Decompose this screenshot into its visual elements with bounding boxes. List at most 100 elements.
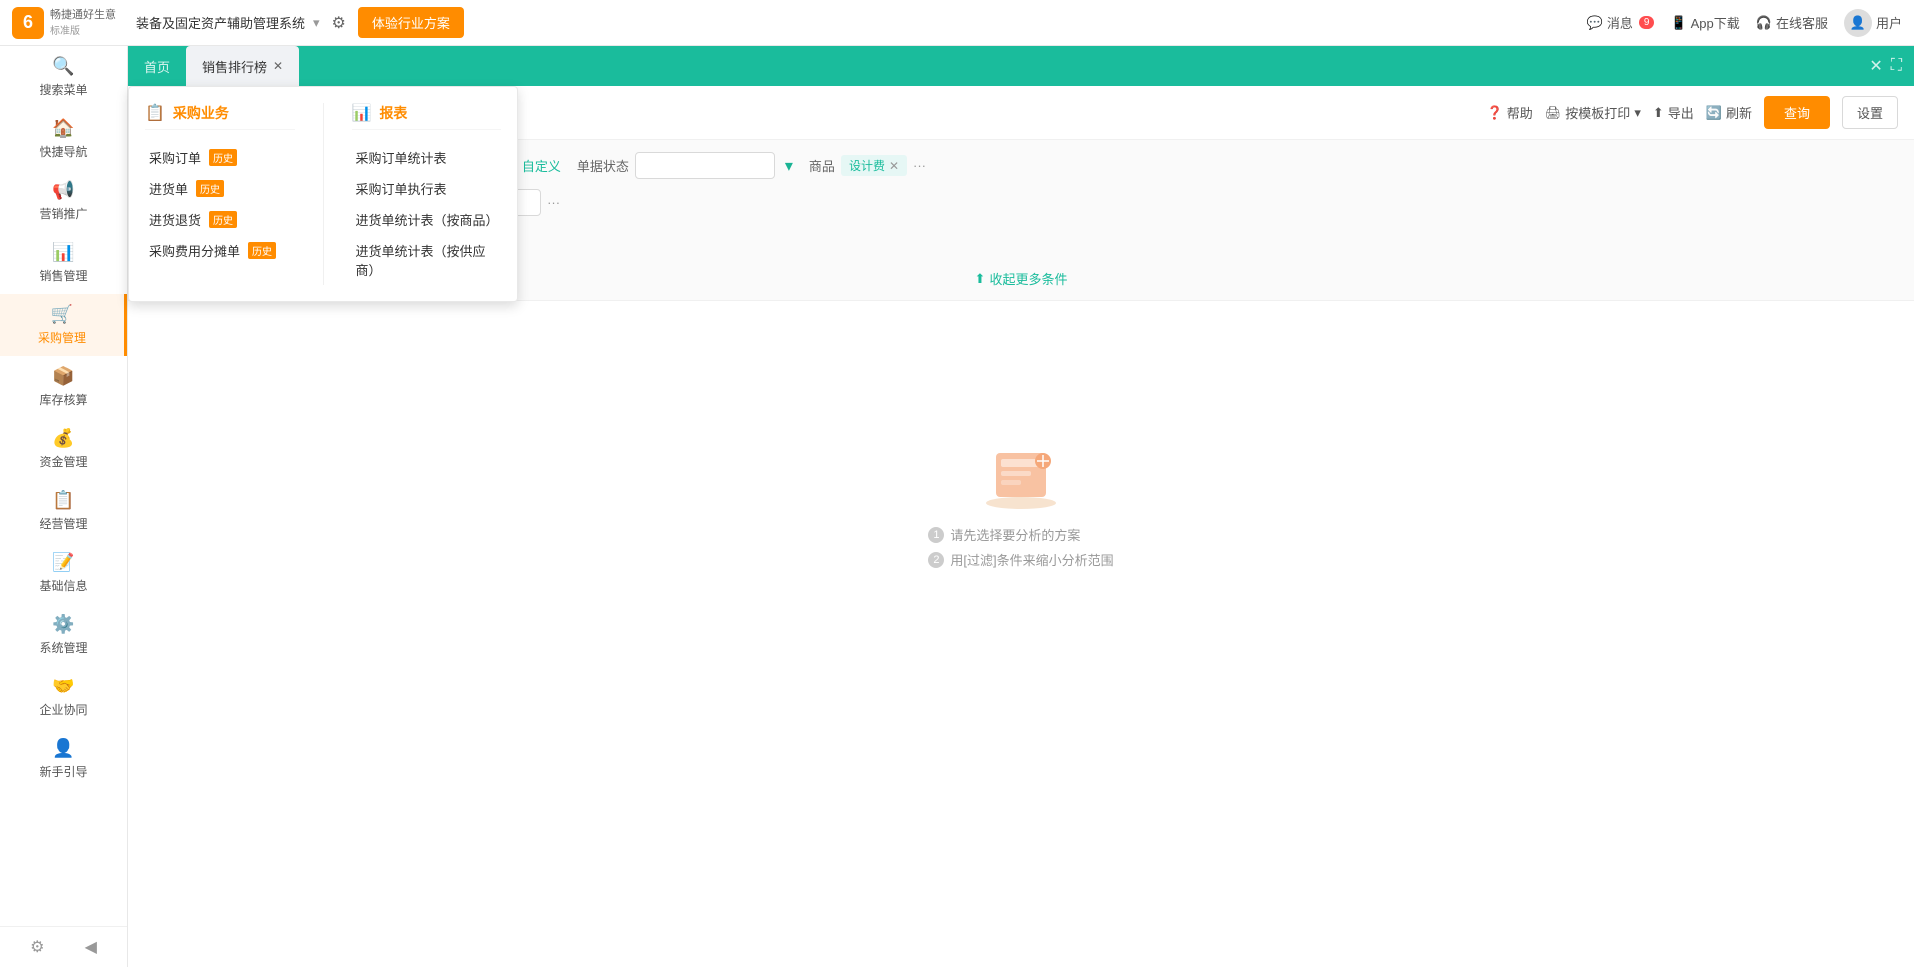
status-filter: 单据状态 ▾ xyxy=(577,152,793,179)
sidebar-item-search[interactable]: 🔍 搜索菜单 xyxy=(0,46,127,108)
menu-item-return[interactable]: 进货退货 历史 xyxy=(145,204,295,235)
salesman-filter-dots[interactable]: ··· xyxy=(547,195,560,210)
goods-label: 商品 xyxy=(809,156,835,175)
status-dropdown-icon[interactable]: ▾ xyxy=(785,156,793,176)
sidebar-item-system[interactable]: ⚙️ 系统管理 xyxy=(0,604,127,666)
empty-hint-1: 1 请先选择要分析的方案 xyxy=(928,525,1113,544)
help-btn[interactable]: ❓ 帮助 xyxy=(1487,103,1533,122)
export-btn[interactable]: ⬆ 导出 xyxy=(1653,103,1694,122)
top-bar: 6 畅捷通好生意 标准版 装备及固定资产辅助管理系统 ▾ ⚙ 体验行业方案 💬 … xyxy=(0,0,1914,46)
menu-item-incoming-stats-supplier[interactable]: 进货单统计表（按供应商） xyxy=(352,235,502,285)
sidebar: 🔍 搜索菜单 🏠 快捷导航 📢 营销推广 📊 销售管理 🛒 采购管理 📦 xyxy=(0,46,128,967)
menu-item-order-exec[interactable]: 采购订单执行表 xyxy=(352,173,502,204)
online-service-item[interactable]: 🎧 在线客服 xyxy=(1756,13,1828,32)
date-custom[interactable]: 自定义 xyxy=(522,156,561,175)
search-icon: 🔍 xyxy=(52,56,74,77)
menu-item-purchase-order[interactable]: 采购订单 历史 xyxy=(145,142,295,173)
tab-sales-ranking[interactable]: 销售排行榜 ✕ xyxy=(186,46,299,86)
purchase-section: 📋 采购业务 采购订单 历史 进货单 历史 进货退货 历史 采购费用分摊单 历史 xyxy=(145,103,295,285)
report-section-icon: 📊 xyxy=(352,103,372,123)
sidebar-item-newbie[interactable]: 👤 新手引导 xyxy=(0,728,127,790)
top-right: 💬 消息 9 📱 App下载 🎧 在线客服 👤 用户 xyxy=(1587,9,1902,37)
system-icon: ⚙️ xyxy=(52,614,74,635)
avatar: 👤 xyxy=(1844,9,1872,37)
message-item[interactable]: 💬 消息 9 xyxy=(1587,13,1655,32)
logo-text: 畅捷通好生意 标准版 xyxy=(50,8,116,37)
message-badge: 9 xyxy=(1639,16,1655,29)
export-icon: ⬆ xyxy=(1653,105,1664,121)
refresh-btn[interactable]: 🔄 刷新 xyxy=(1706,103,1752,122)
collapse-up-icon: ⬆ xyxy=(975,271,986,287)
refresh-icon: 🔄 xyxy=(1706,105,1722,121)
sidebar-item-purchase[interactable]: 🛒 采购管理 xyxy=(0,294,127,356)
goods-tag-close[interactable]: ✕ xyxy=(889,159,899,173)
collapse-button[interactable]: ⬆ 收起更多条件 xyxy=(975,269,1068,288)
sales-icon: 📊 xyxy=(52,242,74,263)
sidebar-item-marketing[interactable]: 📢 营销推广 xyxy=(0,170,127,232)
dropdown-arrow-icon[interactable]: ▾ xyxy=(313,15,320,31)
basic-info-icon: 📝 xyxy=(52,552,74,573)
purchase-dropdown-menu: 📋 采购业务 采购订单 历史 进货单 历史 进货退货 历史 采购费用分摊单 历史 xyxy=(128,86,518,302)
menu-item-incoming[interactable]: 进货单 历史 xyxy=(145,173,295,204)
query-button[interactable]: 查询 xyxy=(1764,96,1830,129)
newbie-icon: 👤 xyxy=(52,738,74,759)
marketing-icon: 📢 xyxy=(52,180,74,201)
purchase-section-icon: 📋 xyxy=(145,103,165,123)
goods-filter: 商品 设计费 ✕ ··· xyxy=(809,155,926,176)
print-icon: 🖨 xyxy=(1545,105,1562,121)
sidebar-item-finance[interactable]: 💰 资金管理 xyxy=(0,418,127,480)
print-btn[interactable]: 🖨 按模板打印 ▾ xyxy=(1545,103,1641,122)
goods-tag: 设计费 ✕ xyxy=(841,155,907,176)
home-icon: 🏠 xyxy=(52,118,74,139)
sidebar-item-operations[interactable]: 📋 经营管理 xyxy=(0,480,127,542)
menu-item-expense-split[interactable]: 采购费用分摊单 历史 xyxy=(145,235,295,266)
inventory-icon: 📦 xyxy=(52,366,74,387)
logo-area: 6 畅捷通好生意 标准版 xyxy=(12,7,116,39)
sidebar-item-sales[interactable]: 📊 销售管理 xyxy=(0,232,127,294)
topbar-settings-icon[interactable]: ⚙ xyxy=(332,13,346,33)
menu-item-order-stats[interactable]: 采购订单统计表 xyxy=(352,142,502,173)
menu-divider xyxy=(323,103,324,285)
status-label: 单据状态 xyxy=(577,156,629,175)
tab-home[interactable]: 首页 xyxy=(128,46,186,86)
phone-icon: 📱 xyxy=(1670,15,1686,31)
sidebar-bottom: ⚙ ◀ xyxy=(0,926,127,967)
help-icon: ❓ xyxy=(1487,105,1503,121)
settings-button[interactable]: 设置 xyxy=(1842,96,1898,129)
user-item[interactable]: 👤 用户 xyxy=(1844,9,1902,37)
app-download-item[interactable]: 📱 App下载 xyxy=(1670,13,1739,32)
tab-close-icon[interactable]: ✕ xyxy=(273,59,283,73)
industry-btn[interactable]: 体验行业方案 xyxy=(358,7,464,38)
purchase-icon: 🛒 xyxy=(51,304,73,325)
empty-hint-2: 2 用[过滤]条件来缩小分析范围 xyxy=(928,550,1113,569)
purchase-section-title: 📋 采购业务 xyxy=(145,103,295,130)
empty-illustration xyxy=(971,433,1071,513)
headset-icon: 🎧 xyxy=(1756,15,1772,31)
tab-close-window-icon[interactable]: ✕ xyxy=(1869,56,1882,76)
goods-filter-dots[interactable]: ··· xyxy=(913,158,926,173)
hist-badge-1: 历史 xyxy=(196,180,224,197)
operations-icon: 📋 xyxy=(52,490,74,511)
sidebar-item-basic-info[interactable]: 📝 基础信息 xyxy=(0,542,127,604)
hist-badge-3: 历史 xyxy=(248,242,276,259)
message-icon: 💬 xyxy=(1587,15,1603,31)
sidebar-collapse-icon[interactable]: ◀ xyxy=(85,937,97,957)
app-container: 6 畅捷通好生意 标准版 装备及固定资产辅助管理系统 ▾ ⚙ 体验行业方案 💬 … xyxy=(0,0,1914,967)
tab-expand-icon[interactable]: ⛶ xyxy=(1891,57,1902,75)
sidebar-item-inventory[interactable]: 📦 库存核算 xyxy=(0,356,127,418)
hist-badge-0: 历史 xyxy=(209,149,237,166)
system-title: 装备及固定资产辅助管理系统 xyxy=(136,13,305,32)
report-section-title: 📊 报表 xyxy=(352,103,502,130)
tabs-bar: 首页 销售排行榜 ✕ ✕ ⛶ xyxy=(128,46,1914,86)
empty-text: 1 请先选择要分析的方案 2 用[过滤]条件来缩小分析范围 xyxy=(928,525,1113,569)
menu-item-incoming-stats-goods[interactable]: 进货单统计表（按商品） xyxy=(352,204,502,235)
report-section: 📊 报表 采购订单统计表 采购订单执行表 进货单统计表（按商品） 进货单统计表（… xyxy=(352,103,502,285)
finance-icon: 💰 xyxy=(52,428,74,449)
cooperation-icon: 🤝 xyxy=(52,676,74,697)
sidebar-item-quick-nav[interactable]: 🏠 快捷导航 xyxy=(0,108,127,170)
print-dropdown-icon[interactable]: ▾ xyxy=(1634,105,1641,121)
tab-actions: ✕ ⛶ xyxy=(1857,56,1914,76)
status-select[interactable] xyxy=(635,152,775,179)
sidebar-item-cooperation[interactable]: 🤝 企业协同 xyxy=(0,666,127,728)
sidebar-settings-icon[interactable]: ⚙ xyxy=(30,937,44,957)
